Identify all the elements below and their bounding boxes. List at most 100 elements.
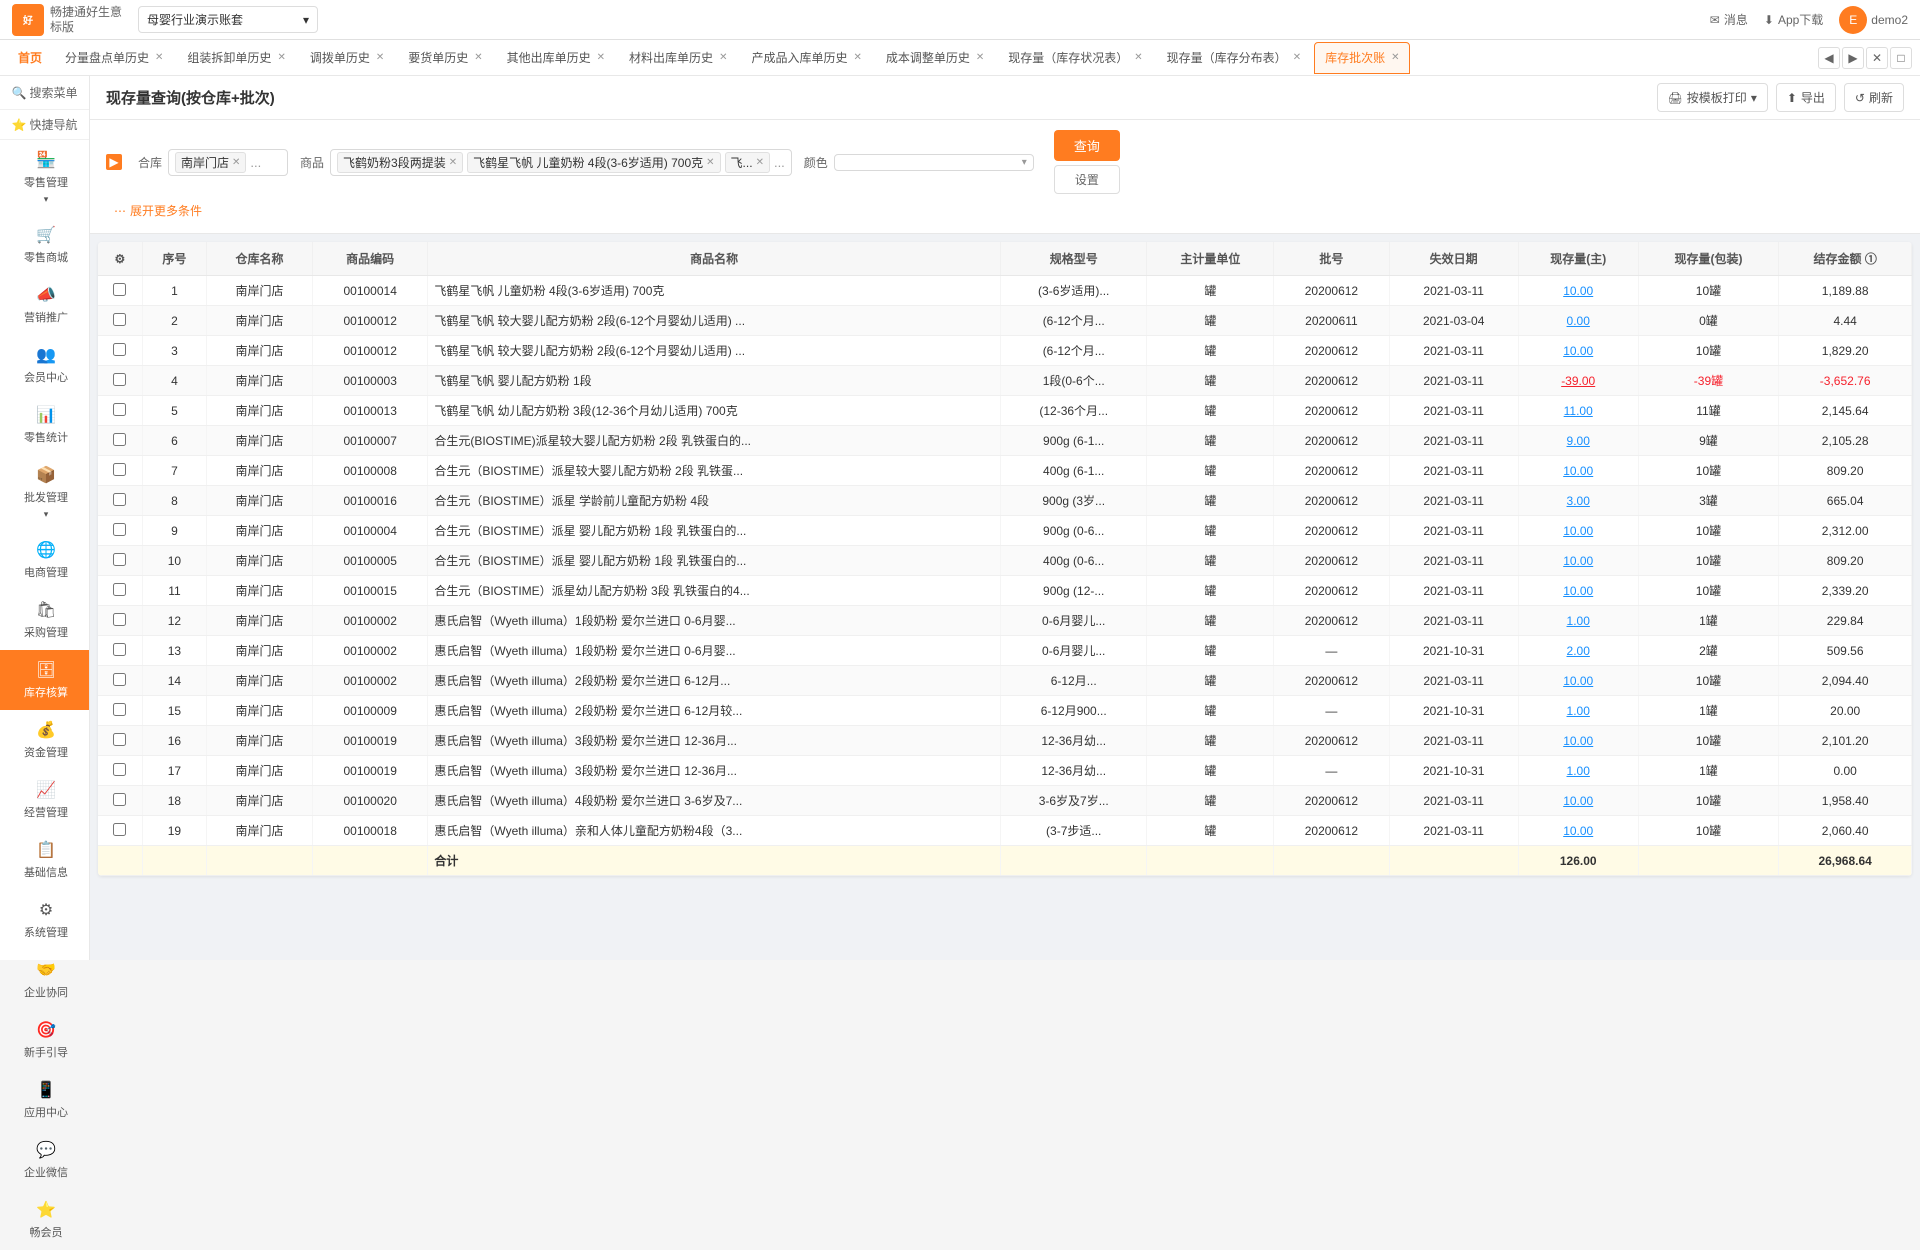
sidebar-item-member-service[interactable]: ⭐ 畅会员 (0, 1190, 89, 1250)
cell-stock-main[interactable]: 0.00 (1518, 306, 1638, 336)
industry-select[interactable]: 母婴行业演示账套 ▾ (138, 6, 318, 33)
sidebar-item-inventory[interactable]: 🗄 库存核算 (0, 650, 89, 710)
remove-goods-2[interactable]: ✕ (706, 157, 714, 168)
refresh-button[interactable]: ↺ 刷新 (1844, 83, 1904, 112)
sidebar-item-finance[interactable]: 💰 资金管理 (0, 710, 89, 770)
cell-checkbox[interactable] (98, 756, 142, 786)
tab-maximize[interactable]: □ (1890, 47, 1912, 69)
sidebar-item-app-center[interactable]: 📱 应用中心 (0, 1070, 89, 1130)
remove-goods-1[interactable]: ✕ (449, 157, 457, 168)
cell-checkbox[interactable] (98, 486, 142, 516)
warehouse-tag-nanan[interactable]: 南岸门店 ✕ (175, 152, 246, 173)
cell-checkbox[interactable] (98, 636, 142, 666)
remove-goods-3[interactable]: ✕ (756, 157, 764, 168)
cell-checkbox[interactable] (98, 306, 142, 336)
th-gear[interactable]: ⚙ (98, 242, 142, 276)
sidebar-item-enterprise[interactable]: 🤝 企业协同 (0, 950, 89, 1010)
cell-checkbox[interactable] (98, 696, 142, 726)
cell-checkbox[interactable] (98, 576, 142, 606)
cell-checkbox[interactable] (98, 456, 142, 486)
tab-close-transfer[interactable]: ✕ (376, 52, 384, 63)
remove-warehouse-nanan[interactable]: ✕ (232, 157, 240, 168)
cell-stock-main[interactable]: 9.00 (1518, 426, 1638, 456)
goods-tag-3[interactable]: 飞... ✕ (725, 152, 770, 173)
cell-stock-main[interactable]: 10.00 (1518, 546, 1638, 576)
tab-close-cost-adjust[interactable]: ✕ (976, 52, 984, 63)
tab-close-other-out[interactable]: ✕ (597, 52, 605, 63)
cell-stock-main[interactable]: 10.00 (1518, 276, 1638, 306)
cell-checkbox[interactable] (98, 786, 142, 816)
cell-stock-main[interactable]: 10.00 (1518, 726, 1638, 756)
expand-more-conditions-btn[interactable]: ⋯ 展开更多条件 (106, 198, 1904, 223)
sidebar-item-system[interactable]: ⚙ 系统管理 (0, 890, 89, 950)
tab-close-group[interactable]: ✕ (277, 52, 285, 63)
cell-checkbox[interactable] (98, 546, 142, 576)
tab-next-arrow[interactable]: ▶ (1842, 47, 1864, 69)
tab-close-stock-status[interactable]: ✕ (1134, 52, 1142, 63)
tab-request[interactable]: 要货单历史 ✕ (397, 42, 493, 74)
warehouse-tag-box[interactable]: 南岸门店 ✕ ... (168, 149, 288, 176)
color-tag-box[interactable]: ▾ (834, 154, 1034, 171)
sidebar-item-guide[interactable]: 🎯 新手引导 (0, 1010, 89, 1070)
sidebar-item-retail-stats[interactable]: 📊 零售统计 (0, 395, 89, 455)
expand-filter-icon[interactable]: ▶ (106, 154, 122, 170)
cell-checkbox[interactable] (98, 276, 142, 306)
tab-close-request[interactable]: ✕ (474, 52, 482, 63)
tab-cost-adjust[interactable]: 成本调整单历史 ✕ (875, 42, 995, 74)
user-avatar-area[interactable]: E demo2 (1839, 6, 1908, 34)
tab-close-stock-dist[interactable]: ✕ (1293, 52, 1301, 63)
tab-close-batch-account[interactable]: ✕ (1391, 52, 1399, 63)
cell-stock-main[interactable]: 10.00 (1518, 336, 1638, 366)
sidebar-item-operations[interactable]: 📈 经营管理 (0, 770, 89, 830)
cell-checkbox[interactable] (98, 816, 142, 846)
tab-prev-arrow[interactable]: ◀ (1818, 47, 1840, 69)
tab-close-product-in[interactable]: ✕ (853, 52, 861, 63)
sidebar-item-retail-mall[interactable]: 🛒 零售商城 (0, 215, 89, 275)
sidebar-item-purchase[interactable]: 🛍 采购管理 (0, 590, 89, 650)
goods-tag-box[interactable]: 飞鹤奶粉3段两提装 ✕ 飞鹤星飞帆 儿童奶粉 4段(3-6岁适用) 700克 ✕… (330, 149, 792, 176)
sidebar-item-enterprise-wechat[interactable]: 💬 企业微信 (0, 1130, 89, 1190)
export-button[interactable]: ⬆ 导出 (1776, 83, 1836, 112)
tab-group-unpack[interactable]: 组装拆卸单历史 ✕ (176, 42, 296, 74)
tab-stock-status[interactable]: 现存量（库存状况表） ✕ (997, 42, 1153, 74)
cell-checkbox[interactable] (98, 666, 142, 696)
sidebar-item-marketing[interactable]: 📣 营销推广 (0, 275, 89, 335)
query-button[interactable]: 查询 (1054, 130, 1120, 161)
cell-stock-main[interactable]: 1.00 (1518, 696, 1638, 726)
cell-checkbox[interactable] (98, 396, 142, 426)
cell-stock-main[interactable]: 10.00 (1518, 786, 1638, 816)
cell-stock-main[interactable]: 10.00 (1518, 666, 1638, 696)
sidebar-item-member[interactable]: 👥 会员中心 (0, 335, 89, 395)
sidebar-quick-nav[interactable]: ⭐ 快捷导航 (0, 110, 89, 140)
sidebar-item-ecommerce[interactable]: 🌐 电商管理 (0, 530, 89, 590)
cell-checkbox[interactable] (98, 426, 142, 456)
tab-product-in[interactable]: 产成品入库单历史 ✕ (740, 42, 872, 74)
cell-stock-main[interactable]: 1.00 (1518, 606, 1638, 636)
cell-checkbox[interactable] (98, 336, 142, 366)
cell-checkbox[interactable] (98, 606, 142, 636)
sidebar-search[interactable]: 🔍 搜索菜单 (0, 76, 89, 110)
tab-split-history[interactable]: 分量盘点单历史 ✕ (54, 42, 174, 74)
cell-checkbox[interactable] (98, 366, 142, 396)
tab-material-out[interactable]: 材料出库单历史 ✕ (618, 42, 738, 74)
cell-stock-main[interactable]: 10.00 (1518, 516, 1638, 546)
cell-stock-main[interactable]: 10.00 (1518, 456, 1638, 486)
tab-close-material-out[interactable]: ✕ (719, 52, 727, 63)
tab-stock-dist[interactable]: 现存量（库存分布表） ✕ (1156, 42, 1312, 74)
cell-stock-main[interactable]: 11.00 (1518, 396, 1638, 426)
cell-checkbox[interactable] (98, 726, 142, 756)
tab-transfer[interactable]: 调拨单历史 ✕ (299, 42, 395, 74)
cell-stock-main[interactable]: 3.00 (1518, 486, 1638, 516)
print-button[interactable]: 🖨 按模板打印 ▾ (1657, 83, 1768, 112)
cell-checkbox[interactable] (98, 516, 142, 546)
cell-stock-main[interactable]: 1.00 (1518, 756, 1638, 786)
app-download-btn[interactable]: ⬇ App下载 (1764, 11, 1823, 28)
message-btn[interactable]: ✉ 消息 (1710, 11, 1748, 28)
cell-stock-main[interactable]: 10.00 (1518, 576, 1638, 606)
goods-tag-2[interactable]: 飞鹤星飞帆 儿童奶粉 4段(3-6岁适用) 700克 ✕ (467, 152, 720, 173)
cell-stock-main[interactable]: -39.00 (1518, 366, 1638, 396)
sidebar-item-basic-info[interactable]: 📋 基础信息 (0, 830, 89, 890)
cell-stock-main[interactable]: 2.00 (1518, 636, 1638, 666)
tab-close-all[interactable]: ✕ (1866, 47, 1888, 69)
tab-home[interactable]: 首页 (8, 42, 52, 74)
